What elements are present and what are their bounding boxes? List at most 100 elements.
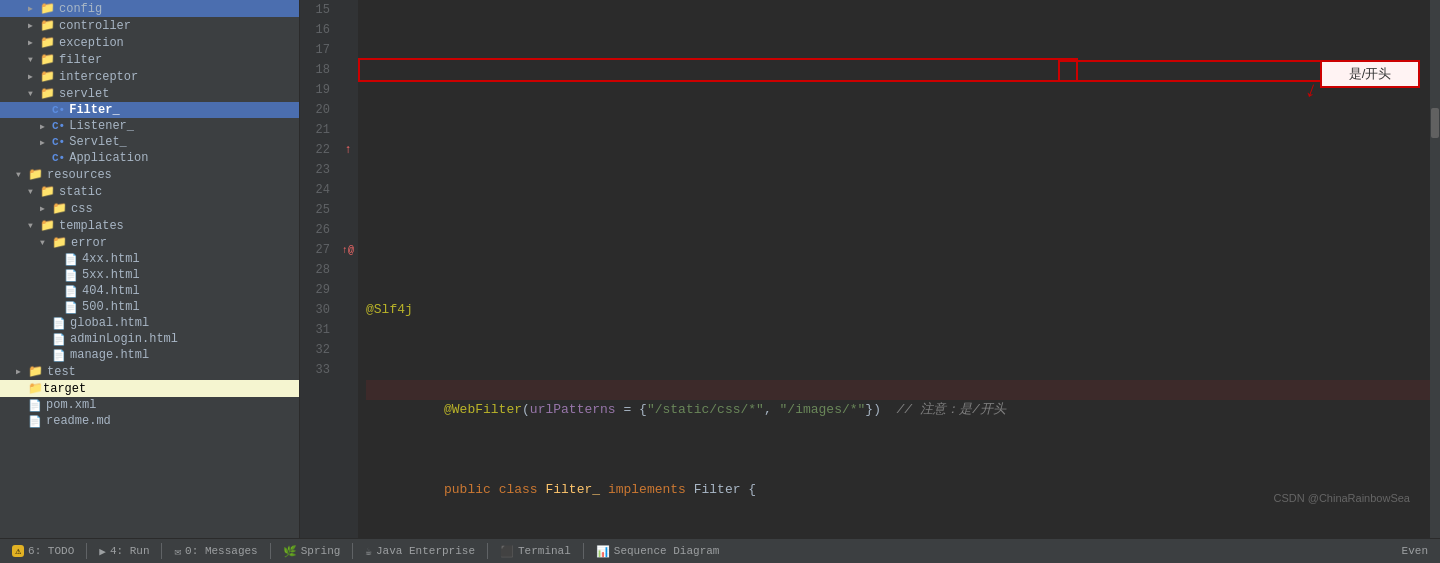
item-label: exception: [59, 36, 124, 50]
arrow-icon: [28, 20, 40, 31]
html-icon: 📄: [64, 269, 78, 282]
sidebar-item-admin-login[interactable]: 📄 adminLogin.html: [0, 331, 299, 347]
todo-badge: ⚠: [12, 545, 24, 557]
html-icon: 📄: [52, 349, 66, 362]
code-line-20: public class Filter_ implements Filter {: [366, 460, 1430, 480]
sep3: [270, 543, 271, 559]
statusbar-messages-label: 0: Messages: [185, 545, 258, 557]
java-enterprise-icon: ☕: [365, 545, 372, 558]
java-icon: C•: [52, 136, 65, 148]
status-bar: ⚠ 6: TODO ▶ 4: Run ✉ 0: Messages 🌿 Sprin…: [0, 538, 1440, 563]
folder-icon: 📁: [52, 235, 67, 250]
folder-icon: 📁: [40, 1, 55, 16]
java-icon: C•: [52, 120, 65, 132]
statusbar-spring-label: Spring: [301, 545, 341, 557]
folder-icon: 📁: [40, 52, 55, 67]
sidebar-item-servlet[interactable]: 📁 servlet: [0, 85, 299, 102]
statusbar-java-enterprise-label: Java Enterprise: [376, 545, 475, 557]
sep1: [86, 543, 87, 559]
scrollbar-thumb[interactable]: [1431, 108, 1439, 138]
spring-icon: 🌿: [283, 545, 297, 558]
sidebar-item-readme[interactable]: 📄 readme.md: [0, 413, 299, 429]
sidebar-item-css[interactable]: 📁 css: [0, 200, 299, 217]
sidebar-item-resources[interactable]: 📁 resources: [0, 166, 299, 183]
sidebar-item-controller[interactable]: 📁 controller: [0, 17, 299, 34]
item-label: servlet: [59, 87, 109, 101]
arrow-icon: [28, 88, 40, 99]
sequence-icon: 📊: [596, 545, 610, 558]
sep6: [583, 543, 584, 559]
item-label: readme.md: [46, 414, 111, 428]
vertical-scrollbar[interactable]: [1430, 0, 1440, 538]
statusbar-run[interactable]: ▶ 4: Run: [91, 539, 157, 563]
sidebar-item-404[interactable]: 📄 404.html: [0, 283, 299, 299]
sidebar-item-static[interactable]: 📁 static: [0, 183, 299, 200]
sidebar-item-exception[interactable]: 📁 exception: [0, 34, 299, 51]
item-label: filter: [59, 53, 102, 67]
sidebar-item-templates[interactable]: 📁 templates: [0, 217, 299, 234]
sidebar-item-5xx[interactable]: 📄 5xx.html: [0, 267, 299, 283]
item-label: 5xx.html: [82, 268, 140, 282]
code-line-15: [366, 60, 1430, 80]
item-label: test: [47, 365, 76, 379]
line-numbers: 15 16 17 18 19 20 21 22 23 24 25 26 27 2…: [300, 0, 338, 538]
sidebar-item-filter-class[interactable]: C• Filter_: [0, 102, 299, 118]
item-label: manage.html: [70, 348, 149, 362]
html-icon: 📄: [52, 333, 66, 346]
item-label: Servlet_: [69, 135, 127, 149]
sidebar-item-interceptor[interactable]: 📁 interceptor: [0, 68, 299, 85]
statusbar-java-enterprise[interactable]: ☕ Java Enterprise: [357, 539, 483, 563]
arrow-icon: [40, 121, 52, 132]
watermark-text: CSDN @ChinaRainbowSea: [1273, 488, 1410, 508]
sep2: [161, 543, 162, 559]
statusbar-sequence[interactable]: 📊 Sequence Diagram: [588, 539, 728, 563]
item-label: 500.html: [82, 300, 140, 314]
sidebar-item-listener[interactable]: C• Listener_: [0, 118, 299, 134]
sidebar-item-servlet-class[interactable]: C• Servlet_: [0, 134, 299, 150]
java-icon: C•: [52, 152, 65, 164]
code-content: 15 16 17 18 19 20 21 22 23 24 25 26 27 2…: [300, 0, 1440, 538]
item-label: Application: [69, 151, 148, 165]
statusbar-sequence-label: Sequence Diagram: [614, 545, 720, 557]
item-label: interceptor: [59, 70, 138, 84]
folder-icon: 📁: [28, 381, 43, 396]
item-label: css: [71, 202, 93, 216]
statusbar-todo[interactable]: ⚠ 6: TODO: [4, 539, 82, 563]
statusbar-terminal[interactable]: ⬛ Terminal: [492, 539, 579, 563]
sidebar-item-config[interactable]: 📁 config: [0, 0, 299, 17]
sidebar-item-target[interactable]: 📁 target: [0, 380, 299, 397]
item-label: pom.xml: [46, 398, 96, 412]
code-line-19: @WebFilter(urlPatterns = {"/static/css/*…: [366, 380, 1430, 400]
arrow-icon: [28, 71, 40, 82]
statusbar-even-label: Even: [1402, 545, 1428, 557]
sidebar-item-manage[interactable]: 📄 manage.html: [0, 347, 299, 363]
sidebar-item-global[interactable]: 📄 global.html: [0, 315, 299, 331]
item-label: controller: [59, 19, 131, 33]
item-label: templates: [59, 219, 124, 233]
statusbar-messages[interactable]: ✉ 0: Messages: [166, 539, 265, 563]
sidebar-item-500[interactable]: 📄 500.html: [0, 299, 299, 315]
code-lines[interactable]: @Slf4j @WebFilter(urlPatterns = {"/stati…: [358, 0, 1430, 538]
code-line-16: [366, 140, 1430, 160]
sidebar-item-application[interactable]: C• Application: [0, 150, 299, 166]
statusbar-terminal-label: Terminal: [518, 545, 571, 557]
java-icon: C•: [52, 104, 65, 116]
statusbar-run-label: 4: Run: [110, 545, 150, 557]
sidebar-item-pom[interactable]: 📄 pom.xml: [0, 397, 299, 413]
item-label: Filter_: [69, 103, 119, 117]
file-tree: 📁 config 📁 controller 📁 exception 📁 filt…: [0, 0, 300, 538]
folder-icon: 📁: [28, 167, 43, 182]
item-label: static: [59, 185, 102, 199]
sidebar-item-error[interactable]: 📁 error: [0, 234, 299, 251]
arrow-icon: [40, 237, 52, 248]
arrow-icon: [40, 203, 52, 214]
sidebar-item-4xx[interactable]: 📄 4xx.html: [0, 251, 299, 267]
html-icon: 📄: [64, 285, 78, 298]
arrow-icon: [16, 169, 28, 180]
sidebar-item-filter[interactable]: 📁 filter: [0, 51, 299, 68]
xml-icon: 📄: [28, 399, 42, 412]
sidebar-item-test[interactable]: 📁 test: [0, 363, 299, 380]
statusbar-even[interactable]: Even: [1394, 539, 1436, 563]
arrow-icon: [28, 220, 40, 231]
statusbar-spring[interactable]: 🌿 Spring: [275, 539, 349, 563]
